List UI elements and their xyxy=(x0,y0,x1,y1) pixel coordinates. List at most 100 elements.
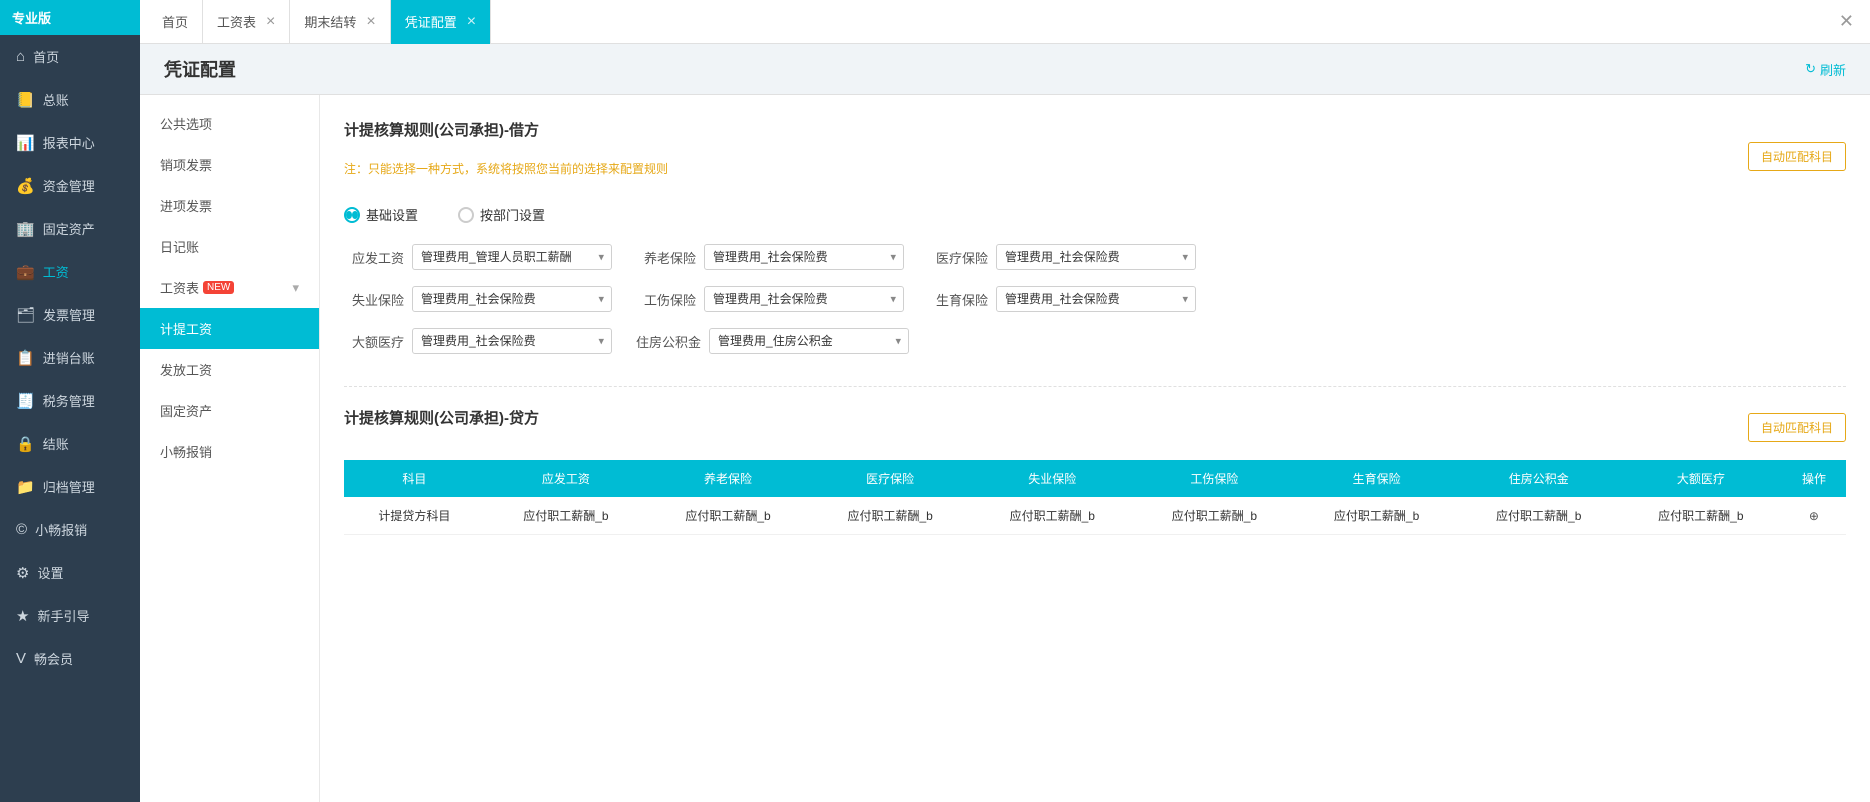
col-shiye: 失业保险 xyxy=(971,460,1133,497)
sidebar-item-reports[interactable]: 📊 报表中心 xyxy=(0,121,140,164)
left-nav-payroll-table[interactable]: 工资表 NEW ▾ xyxy=(140,267,319,308)
radio-dept-label: 按部门设置 xyxy=(480,205,545,224)
select-yiliao[interactable]: 管理费用_社会保险费 xyxy=(996,244,1196,270)
tab-period-label: 期末结转 xyxy=(304,12,356,31)
tab-payroll-table[interactable]: 工资表 × xyxy=(203,0,290,44)
left-nav-calc-payroll[interactable]: 计提工资 xyxy=(140,308,319,349)
refresh-button[interactable]: ↻ 刷新 xyxy=(1805,60,1846,79)
left-nav-purchase-invoice[interactable]: 进项发票 xyxy=(140,185,319,226)
credit-section-header: 计提核算规则(公司承担)-贷方 自动匹配科目 xyxy=(344,407,1846,448)
radio-dept[interactable]: 按部门设置 xyxy=(458,205,545,224)
tab-voucher-close[interactable]: × xyxy=(467,14,476,30)
label-yingfa: 应发工资 xyxy=(344,248,404,267)
sidebar-item-label: 畅会员 xyxy=(34,649,73,668)
left-nav-petty-expense[interactable]: 小畅报销 xyxy=(140,431,319,472)
tab-home[interactable]: 首页 xyxy=(148,0,203,44)
left-nav-public-options[interactable]: 公共选项 xyxy=(140,103,319,144)
select-shengyu[interactable]: 管理费用_社会保险费 xyxy=(996,286,1196,312)
funds-icon: 💰 xyxy=(16,177,35,195)
select-zhufang[interactable]: 管理费用_住房公积金 xyxy=(709,328,909,354)
refresh-label: 刷新 xyxy=(1820,60,1846,79)
sidebar-item-home[interactable]: ⌂ 首页 xyxy=(0,35,140,78)
sidebar-item-archive[interactable]: 📁 归档管理 xyxy=(0,465,140,508)
sidebar-item-expense[interactable]: © 小畅报销 xyxy=(0,508,140,551)
refresh-icon: ↻ xyxy=(1805,61,1816,77)
close-accounts-icon: 🔒 xyxy=(16,435,35,453)
label-zhufang: 住房公积金 xyxy=(636,332,701,351)
sidebar-item-funds[interactable]: 💰 资金管理 xyxy=(0,164,140,207)
select-yingfa[interactable]: 管理费用_管理人员职工薪酬 xyxy=(412,244,612,270)
select-wrapper-shiye: 管理费用_社会保险费 xyxy=(412,286,612,312)
col-daeyiliao: 大额医疗 xyxy=(1620,460,1782,497)
new-badge: NEW xyxy=(203,281,234,294)
sidebar-item-vip[interactable]: V 畅会员 xyxy=(0,637,140,680)
vip-icon: V xyxy=(16,650,26,667)
credit-auto-match-button[interactable]: 自动匹配科目 xyxy=(1748,413,1846,442)
sidebar-item-label: 进销台账 xyxy=(43,348,95,367)
debit-form-row-2: 失业保险 管理费用_社会保险费 工伤保险 管理费用_社会保险费 xyxy=(344,286,1846,312)
debit-auto-match-button[interactable]: 自动匹配科目 xyxy=(1748,142,1846,171)
select-gongshang[interactable]: 管理费用_社会保险费 xyxy=(704,286,904,312)
col-yanglao: 养老保险 xyxy=(647,460,809,497)
left-nav: 公共选项 销项发票 进项发票 日记账 工资表 NEW ▾ 计提工资 发放工资 xyxy=(140,95,320,802)
col-subject: 科目 xyxy=(344,460,485,497)
debit-section-title: 计提核算规则(公司承担)-借方 xyxy=(344,119,668,148)
field-zhufang: 住房公积金 管理费用_住房公积金 xyxy=(636,328,909,354)
sidebar-item-fixed-assets[interactable]: 🏢 固定资产 xyxy=(0,207,140,250)
credit-section: 计提核算规则(公司承担)-贷方 自动匹配科目 科目 应发工资 养老保险 医疗保险… xyxy=(344,407,1846,535)
tab-payroll-label: 工资表 xyxy=(217,12,256,31)
sidebar-item-guide[interactable]: ★ 新手引导 xyxy=(0,594,140,637)
sidebar-item-payroll[interactable]: 💼 工资 xyxy=(0,250,140,293)
select-daeyiliao[interactable]: 管理费用_社会保险费 xyxy=(412,328,612,354)
debit-form-row-3: 大额医疗 管理费用_社会保险费 住房公积金 管理费用_住房公积金 xyxy=(344,328,1846,354)
main-area: 首页 工资表 × 期末结转 × 凭证配置 × ✕ 凭证配置 ↻ 刷新 公共选项 xyxy=(140,0,1870,802)
sidebar-item-purchase-sales[interactable]: 📋 进销台账 xyxy=(0,336,140,379)
guide-icon: ★ xyxy=(16,607,29,625)
tab-period-close-btn[interactable]: × xyxy=(366,14,375,30)
settings-icon: ⚙ xyxy=(16,564,29,582)
sidebar-item-label: 发票管理 xyxy=(43,305,95,324)
select-wrapper-yiliao: 管理费用_社会保险费 xyxy=(996,244,1196,270)
debit-section-header: 计提核算规则(公司承担)-借方 注：只能选择一种方式，系统将按照您当前的选择来配… xyxy=(344,119,1846,193)
field-gongshang: 工伤保险 管理费用_社会保险费 xyxy=(636,286,904,312)
label-gongshang: 工伤保险 xyxy=(636,290,696,309)
col-yiliao: 医疗保险 xyxy=(809,460,971,497)
sidebar-item-label: 归档管理 xyxy=(43,477,95,496)
col-action: 操作 xyxy=(1782,460,1846,497)
left-nav-journal[interactable]: 日记账 xyxy=(140,226,319,267)
select-yanglao[interactable]: 管理费用_社会保险费 xyxy=(704,244,904,270)
sidebar-item-label: 结账 xyxy=(43,434,69,453)
sidebar-item-settings[interactable]: ⚙ 设置 xyxy=(0,551,140,594)
field-shengyu: 生育保险 管理费用_社会保险费 xyxy=(928,286,1196,312)
sidebar-item-label: 小畅报销 xyxy=(35,520,87,539)
label-yiliao: 医疗保险 xyxy=(928,248,988,267)
left-nav-pay-payroll[interactable]: 发放工资 xyxy=(140,349,319,390)
cell-gongshang: 应付职工薪酬_b xyxy=(1133,497,1295,535)
radio-dept-circle xyxy=(458,207,474,223)
sidebar-item-invoices[interactable]: 🗂 发票管理 xyxy=(0,293,140,336)
left-nav-fixed-assets[interactable]: 固定资产 xyxy=(140,390,319,431)
sidebar-item-label: 报表中心 xyxy=(43,133,95,152)
sidebar-item-close[interactable]: 🔒 结账 xyxy=(0,422,140,465)
select-wrapper-gongshang: 管理费用_社会保险费 xyxy=(704,286,904,312)
cell-yanglao: 应付职工薪酬_b xyxy=(647,497,809,535)
cell-daeyiliao: 应付职工薪酬_b xyxy=(1620,497,1782,535)
sidebar-item-ledger[interactable]: 📒 总账 xyxy=(0,78,140,121)
tab-voucher-config[interactable]: 凭证配置 × xyxy=(391,0,491,44)
tab-home-label: 首页 xyxy=(162,12,188,31)
window-close-btn[interactable]: ✕ xyxy=(1831,11,1862,32)
cell-action[interactable]: ⊕ xyxy=(1782,497,1846,535)
tab-period-close[interactable]: 期末结转 × xyxy=(290,0,390,44)
purchase-sales-icon: 📋 xyxy=(16,349,35,367)
sidebar-item-label: 工资 xyxy=(43,262,69,281)
table-row: 计提贷方科目 应付职工薪酬_b 应付职工薪酬_b 应付职工薪酬_b 应付职工薪酬… xyxy=(344,497,1846,535)
sidebar-item-tax[interactable]: 🧾 税务管理 xyxy=(0,379,140,422)
debit-section-note: 注：只能选择一种方式，系统将按照您当前的选择来配置规则 xyxy=(344,160,668,177)
left-nav-sales-invoice[interactable]: 销项发票 xyxy=(140,144,319,185)
sidebar-item-label: 总账 xyxy=(43,90,69,109)
radio-basic-label: 基础设置 xyxy=(366,205,418,224)
tab-payroll-close[interactable]: × xyxy=(266,14,275,30)
home-icon: ⌂ xyxy=(16,48,25,65)
select-shiye[interactable]: 管理费用_社会保险费 xyxy=(412,286,612,312)
radio-basic[interactable]: 基础设置 xyxy=(344,205,418,224)
